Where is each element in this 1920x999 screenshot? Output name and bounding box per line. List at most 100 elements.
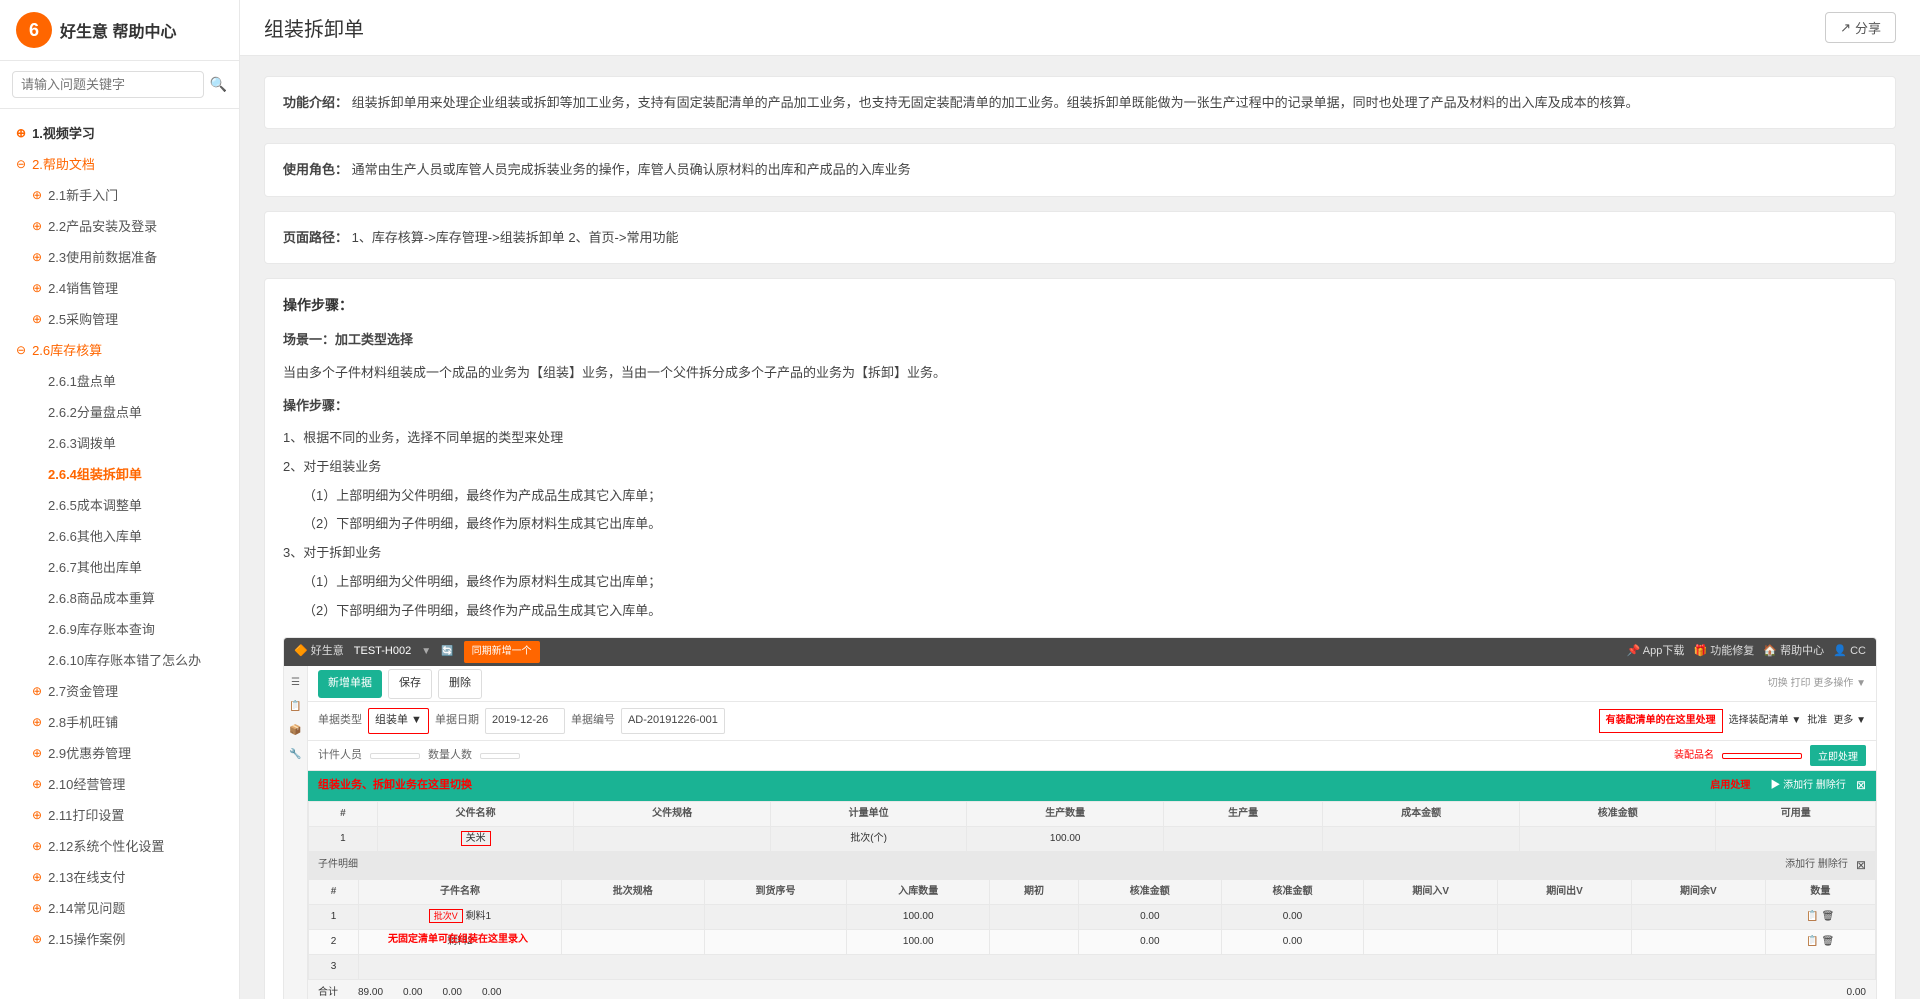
mock-tab-delete[interactable]: 删除 [438, 669, 482, 699]
sub-seq-2: 2 [309, 930, 359, 955]
totals-v3: 0.00 [443, 984, 462, 999]
scenario1-title: 场景一：加工类型选择 [283, 328, 1877, 353]
sidebar-item-faq[interactable]: ⊕ 2.14常见问题 [0, 892, 239, 923]
sub-row-actions-1: 📋 🗑 [1806, 911, 1834, 922]
step3-2: （2）下部明细为子件明细，最终作为产成品生成其它入库单。 [283, 599, 1877, 624]
plus-icon-5: ⊕ [32, 281, 42, 295]
sub-empty-3 [358, 955, 1875, 980]
mock-bottom-totals: 合计 89.00 0.00 0.00 0.00 0.00 [308, 979, 1876, 999]
mock-content-wrapper: ☰ 📋 📦 🔧 新增单据 保存 删除 [284, 666, 1876, 999]
mock-logo: 🔶 好生意 [294, 642, 344, 662]
share-button[interactable]: ↗ 分享 [1825, 12, 1896, 43]
mock-note-input[interactable] [1722, 753, 1802, 759]
intro-block: 功能介绍： 组装拆卸单用来处理企业组装或拆卸等加工业务，支持有固定装配清单的产品… [264, 76, 1896, 129]
sidebar-item-other-in[interactable]: 2.6.6其他入库单 [0, 520, 239, 551]
sub-out-v-1 [1498, 905, 1632, 930]
mock-code-value[interactable]: AD-20191226-001 [621, 708, 725, 734]
step2: 2、对于组装业务 [283, 455, 1877, 480]
mock-code-label: 单据编号 [571, 711, 615, 731]
search-button[interactable]: 🔍 [210, 76, 227, 93]
sidebar-item-finance[interactable]: ⊕ 2.7资金管理 [0, 675, 239, 706]
mock-quantity-value[interactable] [370, 753, 420, 759]
intro-label: 功能介绍： [283, 95, 348, 110]
mock-num-value[interactable] [480, 753, 520, 759]
mock-btn-select[interactable]: 选择装配清单 ▼ [1729, 712, 1802, 730]
nav-tree: ⊕ 1.视频学习 ⊖ 2.帮助文档 ⊕ 2.1新手入门 ⊕ 2.2产品安装及登录… [0, 109, 239, 999]
annotation1: 有装配清单的在这里处理 [1599, 709, 1723, 733]
mock-tab-new[interactable]: 新增单据 [318, 670, 382, 698]
sidebar-item-sales[interactable]: ⊕ 2.4销售管理 [0, 272, 239, 303]
sidebar-item-data-prep[interactable]: ⊕ 2.3使用前数据准备 [0, 241, 239, 272]
mock-section-expand[interactable]: ⊠ [1856, 775, 1866, 797]
main-content: 组装拆卸单 ↗ 分享 功能介绍： 组装拆卸单用来处理企业组装或拆卸等加工业务，支… [240, 0, 1920, 999]
mock-date-value[interactable]: 2019-12-26 [485, 708, 565, 734]
sidebar-item-ops[interactable]: ⊕ 2.10经营管理 [0, 768, 239, 799]
sidebar-item-mobile[interactable]: ⊕ 2.8手机旺铺 [0, 706, 239, 737]
mock-confirm-btn[interactable]: 立即处理 [1810, 745, 1866, 766]
mock-lower-table-wrapper: # 子件名称 批次规格 到货序号 入库数量 期初 核准金额 核准金额 [308, 879, 1876, 979]
sidebar-item-online-pay[interactable]: ⊕ 2.13在线支付 [0, 861, 239, 892]
sidebar-item-stocktake[interactable]: 2.6.1盘点单 [0, 365, 239, 396]
plus-icon-15: ⊕ [32, 932, 42, 946]
lower-bar-label: 子件明细 [318, 856, 358, 874]
search-input[interactable] [12, 71, 204, 98]
th-cost: 成本金额 [1323, 801, 1520, 826]
mock-refresh-icon: 🔄 [441, 643, 453, 661]
page-title: 组装拆卸单 [264, 13, 364, 42]
totals-v2: 0.00 [403, 984, 422, 999]
td-cost-1 [1323, 826, 1520, 851]
sidebar-item-stock-query[interactable]: 2.6.9库存账本查询 [0, 613, 239, 644]
sub-row-actions-2: 📋 🗑 [1806, 936, 1834, 947]
table-row: 1 关米 批次(个) 100.00 [309, 826, 1876, 851]
path-block: 页面路径： 1、库存核算->库存管理->组装拆卸单 2、首页->常用功能 [264, 211, 1896, 264]
sidebar-item-cost-recalc[interactable]: 2.6.8商品成本重算 [0, 582, 239, 613]
step1: 1、根据不同的业务，选择不同单据的类型来处理 [283, 426, 1877, 451]
sidebar-item-account-error[interactable]: 2.6.10库存账本错了怎么办 [0, 644, 239, 675]
content-area: 功能介绍： 组装拆卸单用来处理企业组装或拆卸等加工业务，支持有固定装配清单的产品… [240, 56, 1920, 999]
td-seq-1: 1 [309, 826, 378, 851]
plus-icon: ⊕ [16, 126, 26, 140]
sidebar: 6 好生意 帮助中心 🔍 ⊕ 1.视频学习 ⊖ 2.帮助文档 ⊕ 2.1新手入门… [0, 0, 240, 999]
sidebar-item-print[interactable]: ⊕ 2.11打印设置 [0, 799, 239, 830]
sidebar-item-install[interactable]: ⊕ 2.2产品安装及登录 [0, 210, 239, 241]
mock-lower-expand[interactable]: ⊠ [1856, 855, 1866, 877]
mock-type-label: 单据类型 [318, 711, 362, 731]
mock-btn-approve[interactable]: 批准 [1807, 712, 1827, 730]
sidebar-item-other-out[interactable]: 2.6.7其他出库单 [0, 551, 239, 582]
mock-note-input-label: 装配品名 [1674, 747, 1714, 765]
sidebar-item-cost-adjust[interactable]: 2.6.5成本调整单 [0, 489, 239, 520]
th-seq: # [309, 801, 378, 826]
td-parent-name-1: 关米 [377, 826, 574, 851]
sidebar-item-videos[interactable]: ⊕ 1.视频学习 [0, 117, 239, 148]
sub-th-in-qty: 入库数量 [847, 880, 990, 905]
th-parent-spec: 父件规格 [574, 801, 771, 826]
sidebar-item-coupon[interactable]: ⊕ 2.9优惠券管理 [0, 737, 239, 768]
sub-seq-3: 3 [309, 955, 359, 980]
sidebar-item-new-user[interactable]: ⊕ 2.1新手入门 [0, 179, 239, 210]
search-box: 🔍 [0, 61, 239, 109]
mock-tab-save[interactable]: 保存 [388, 669, 432, 699]
sub-cost2-1: 0.00 [1221, 905, 1364, 930]
td-available-1 [1716, 826, 1876, 851]
mock-type-value[interactable]: 组装单 ▼ [368, 708, 429, 734]
mock-upper-table: # 父件名称 父件规格 计量单位 生产数量 生产量 成本金额 核准金额 [308, 801, 1876, 852]
sidebar-item-inventory[interactable]: ⊖ 2.6库存核算 [0, 334, 239, 365]
sidebar-item-partial-stocktake[interactable]: 2.6.2分量盘点单 [0, 396, 239, 427]
td-approved-1 [1519, 826, 1716, 851]
mock-topbar-id: TEST-H002 [354, 642, 411, 662]
sub-cost1-1: 0.00 [1078, 905, 1221, 930]
sidebar-item-purchase[interactable]: ⊕ 2.5采购管理 [0, 303, 239, 334]
sub-th-begin: 期初 [990, 880, 1079, 905]
mock-new-btn[interactable]: 同期新增一个 [464, 641, 540, 663]
mock-btn-more[interactable]: 更多 ▼ [1833, 712, 1866, 730]
steps-block: 操作步骤： 场景一：加工类型选择 当由多个子件材料组装成一个成品的业务为【组装】… [264, 278, 1896, 999]
sidebar-item-personalize[interactable]: ⊕ 2.12系统个性化设置 [0, 830, 239, 861]
plus-icon-2: ⊕ [32, 188, 42, 202]
mock-form-row1: 单据类型 组装单 ▼ 单据日期 2019-12-26 单据编号 AD-20191… [308, 702, 1876, 741]
mock-ui: 🔶 好生意 TEST-H002 ▼ 🔄 同期新增一个 📌 App下载 🎁 功能修… [284, 638, 1876, 999]
sidebar-item-assembly[interactable]: 2.6.4组装拆卸单 [0, 458, 239, 489]
sidebar-item-cases[interactable]: ⊕ 2.15操作案例 [0, 923, 239, 954]
sidebar-item-docs[interactable]: ⊖ 2.帮助文档 [0, 148, 239, 179]
path-text: 1、库存核算->库存管理->组装拆卸单 2、首页->常用功能 [352, 230, 679, 245]
sidebar-item-adjust[interactable]: 2.6.3调拨单 [0, 427, 239, 458]
